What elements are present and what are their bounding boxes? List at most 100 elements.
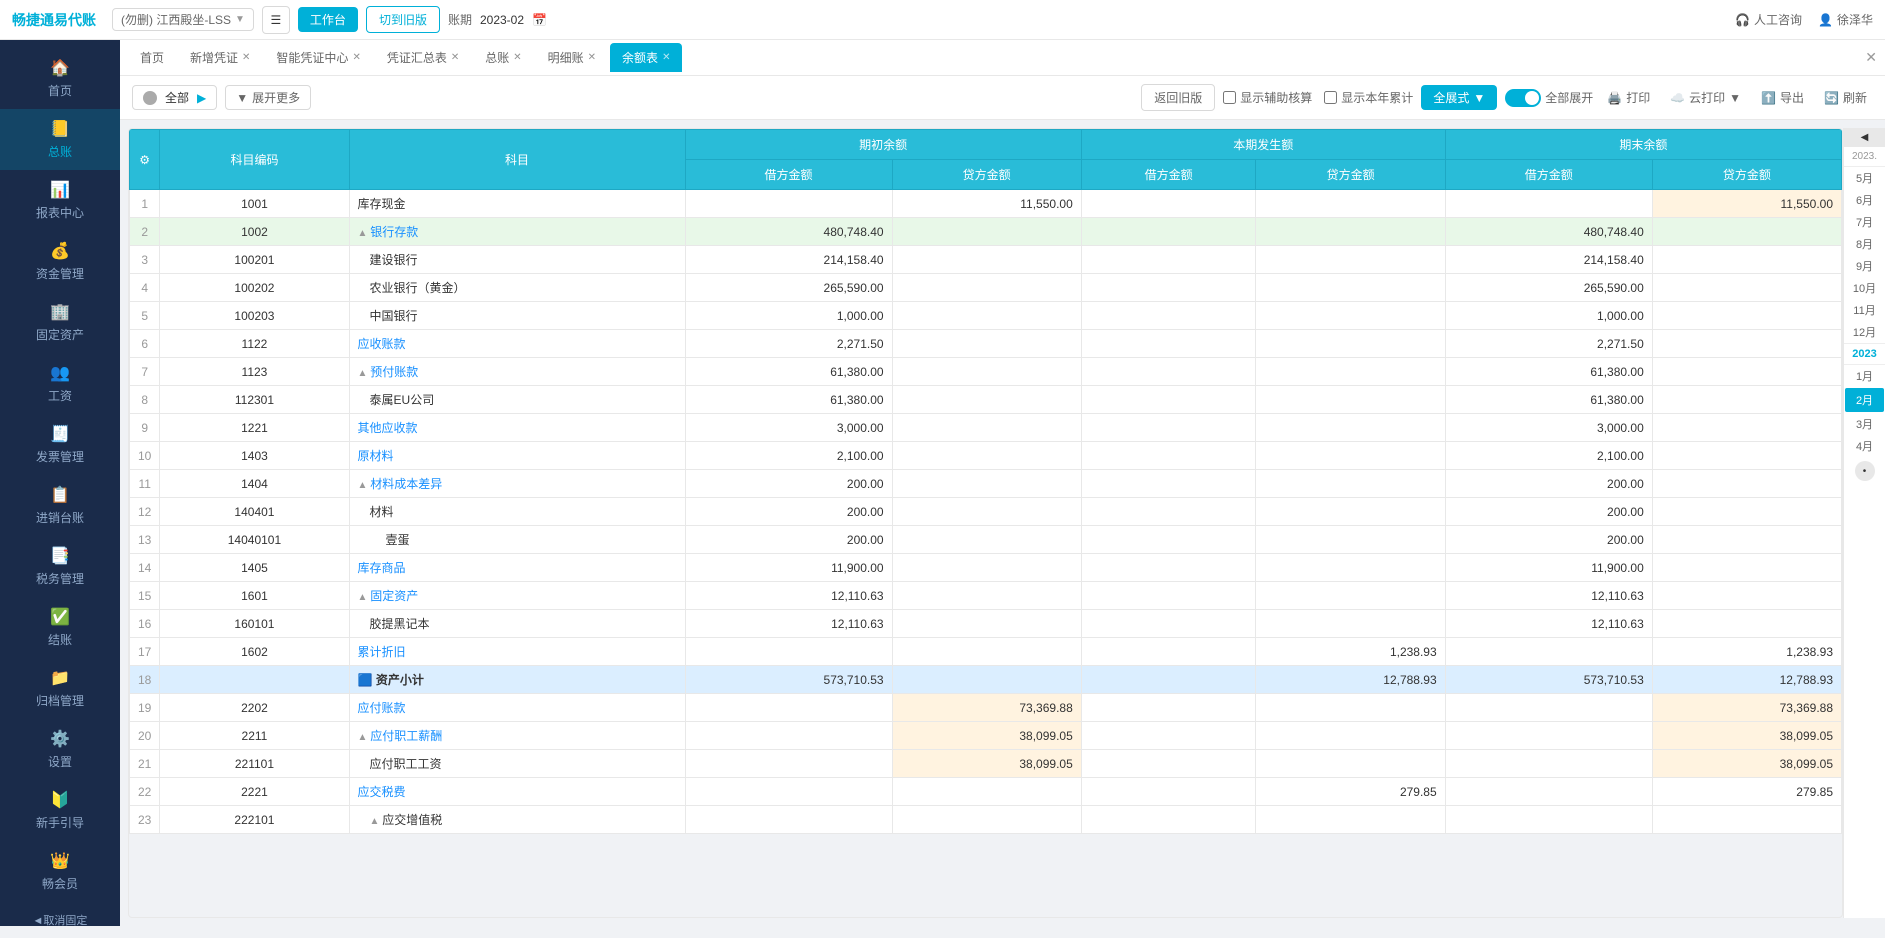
name-cell[interactable]: ▲ 材料成本差异 [349, 470, 685, 498]
checkbox-auxiliary-input[interactable] [1223, 91, 1236, 104]
name-cell[interactable]: 应付账款 [349, 694, 685, 722]
code-cell: 2202 [160, 694, 349, 722]
name-cell[interactable]: 累计折旧 [349, 638, 685, 666]
name-cell[interactable]: 原材料 [349, 442, 685, 470]
change-debit-cell [1081, 470, 1256, 498]
period-calendar-icon[interactable]: 📅 [532, 13, 547, 27]
tab-general-ledger-close[interactable]: ✕ [513, 52, 521, 63]
tab-general-ledger[interactable]: 总账 ✕ [473, 43, 533, 72]
filter-all-button[interactable]: 全部 ▶ [132, 85, 217, 110]
tab-home[interactable]: 首页 [128, 43, 176, 72]
month-4[interactable]: 4月 [1844, 435, 1885, 457]
sidebar-item-sales[interactable]: 📋 进销台账 [0, 475, 120, 536]
app-logo: 畅捷通易代账 [12, 10, 96, 30]
start-debit-cell [685, 778, 892, 806]
name-cell[interactable]: ▲ 应付职工薪酬 [349, 722, 685, 750]
unpin-button[interactable]: ◄取消固定 [0, 902, 120, 938]
end-credit-cell: 279.85 [1652, 778, 1841, 806]
month-10[interactable]: 10月 [1844, 277, 1885, 299]
month-1[interactable]: 1月 [1844, 365, 1885, 387]
change-credit-cell [1256, 330, 1445, 358]
end-debit-cell: 1,000.00 [1445, 302, 1652, 330]
table-row: 1314040101壹蛋200.00200.00 [130, 526, 1842, 554]
sidebar-item-assets[interactable]: 🏢 固定资产 [0, 292, 120, 353]
tab-balance-close[interactable]: ✕ [662, 52, 670, 63]
user-info[interactable]: 👤 徐泽华 [1818, 11, 1873, 28]
filter-all-label: 全部 [165, 89, 189, 106]
return-old-button[interactable]: 返回旧版 [1141, 84, 1215, 111]
month-7[interactable]: 7月 [1844, 211, 1885, 233]
checkbox-ytd-input[interactable] [1324, 91, 1337, 104]
sidebar-item-payroll[interactable]: 👥 工资 [0, 353, 120, 414]
tab-voucher-summary[interactable]: 凭证汇总表 ✕ [375, 43, 471, 72]
name-cell[interactable]: 应交税费 [349, 778, 685, 806]
expand-all-toggle[interactable] [1505, 89, 1541, 107]
name-cell[interactable]: ▲ 预付账款 [349, 358, 685, 386]
tab-detail-ledger[interactable]: 明细账 ✕ [536, 43, 608, 72]
tab-detail-ledger-close[interactable]: ✕ [588, 52, 596, 63]
change-debit-cell [1081, 498, 1256, 526]
code-cell: 1221 [160, 414, 349, 442]
name-cell[interactable]: 其他应收款 [349, 414, 685, 442]
cloud-print-button[interactable]: ☁️ 云打印 ▼ [1664, 86, 1747, 109]
sidebar-item-home[interactable]: 🏠 首页 [0, 48, 120, 109]
tab-smart-voucher-close[interactable]: ✕ [352, 52, 360, 63]
tab-bar: 首页 新增凭证 ✕ 智能凭证中心 ✕ 凭证汇总表 ✕ 总账 ✕ 明细账 ✕ [120, 40, 1885, 76]
sidebar-item-ledger[interactable]: 📒 总账 [0, 109, 120, 170]
export-button[interactable]: ⬆️ 导出 [1755, 86, 1810, 109]
month-5[interactable]: 5月 [1844, 167, 1885, 189]
change-credit-cell [1256, 554, 1445, 582]
expand-more-button[interactable]: ▼ 展开更多 [225, 85, 311, 110]
tab-smart-voucher[interactable]: 智能凭证中心 ✕ [264, 43, 372, 72]
sidebar-item-guide[interactable]: 🔰 新手引导 [0, 780, 120, 841]
tab-balance[interactable]: 余额表 ✕ [610, 43, 682, 72]
table-row: 171602累计折旧1,238.931,238.93 [130, 638, 1842, 666]
panel-dot-button[interactable]: • [1855, 461, 1875, 481]
sidebar-item-settlement[interactable]: ✅ 结账 [0, 597, 120, 658]
month-12[interactable]: 12月 [1844, 321, 1885, 343]
print-button[interactable]: 🖨️ 打印 [1601, 86, 1656, 109]
name-cell[interactable]: ▲ 固定资产 [349, 582, 685, 610]
consult-button[interactable]: 🎧 人工咨询 [1735, 11, 1802, 28]
sidebar-item-capital[interactable]: 💰 资金管理 [0, 231, 120, 292]
checkbox-group: 显示辅助核算 显示本年累计 [1223, 89, 1413, 106]
sidebar-item-archive[interactable]: 📁 归档管理 [0, 658, 120, 719]
checkbox-ytd[interactable]: 显示本年累计 [1324, 89, 1413, 106]
close-all-tabs-button[interactable]: ✕ [1865, 49, 1877, 66]
start-debit-cell: 11,900.00 [685, 554, 892, 582]
tab-voucher-summary-close[interactable]: ✕ [451, 52, 459, 63]
workbench-button[interactable]: 工作台 [298, 7, 358, 32]
month-3[interactable]: 3月 [1844, 413, 1885, 435]
month-2-active[interactable]: 2月 [1845, 388, 1884, 412]
sidebar-item-tax[interactable]: 📑 税务管理 [0, 536, 120, 597]
export-label: 导出 [1780, 89, 1804, 106]
checkbox-auxiliary[interactable]: 显示辅助核算 [1223, 89, 1312, 106]
sidebar-item-settings[interactable]: ⚙️ 设置 [0, 719, 120, 780]
start-debit-cell: 12,110.63 [685, 610, 892, 638]
company-settings-icon[interactable]: ☰ [262, 6, 290, 34]
panel-collapse-button[interactable]: ◀ [1844, 128, 1885, 147]
month-6[interactable]: 6月 [1844, 189, 1885, 211]
month-9[interactable]: 9月 [1844, 255, 1885, 277]
code-cell: 222101 [160, 806, 349, 834]
name-cell[interactable]: ▲ 银行存款 [349, 218, 685, 246]
tab-new-voucher-close[interactable]: ✕ [242, 52, 250, 63]
switch-version-button[interactable]: 切到旧版 [366, 6, 440, 33]
change-debit-cell [1081, 610, 1256, 638]
full-style-button[interactable]: 全展式 ▼ [1421, 85, 1497, 110]
sidebar-item-invoice[interactable]: 🧾 发票管理 [0, 414, 120, 475]
month-11[interactable]: 11月 [1844, 299, 1885, 321]
refresh-button[interactable]: 🔄 刷新 [1818, 86, 1873, 109]
start-credit-cell [892, 638, 1081, 666]
company-selector[interactable]: (勿删) 江西殿坐-LSS ▼ [112, 8, 254, 31]
sidebar-item-member[interactable]: 👑 畅会员 [0, 841, 120, 902]
current-year-label: 2023 [1844, 343, 1885, 365]
row-num: 6 [130, 330, 160, 358]
sidebar-item-report[interactable]: 📊 报表中心 [0, 170, 120, 231]
name-cell[interactable]: 应收账款 [349, 330, 685, 358]
tab-new-voucher[interactable]: 新增凭证 ✕ [178, 43, 262, 72]
th-end-debit: 借方金额 [1445, 160, 1652, 190]
end-credit-cell: 11,550.00 [1652, 190, 1841, 218]
name-cell[interactable]: 库存商品 [349, 554, 685, 582]
month-8[interactable]: 8月 [1844, 233, 1885, 255]
